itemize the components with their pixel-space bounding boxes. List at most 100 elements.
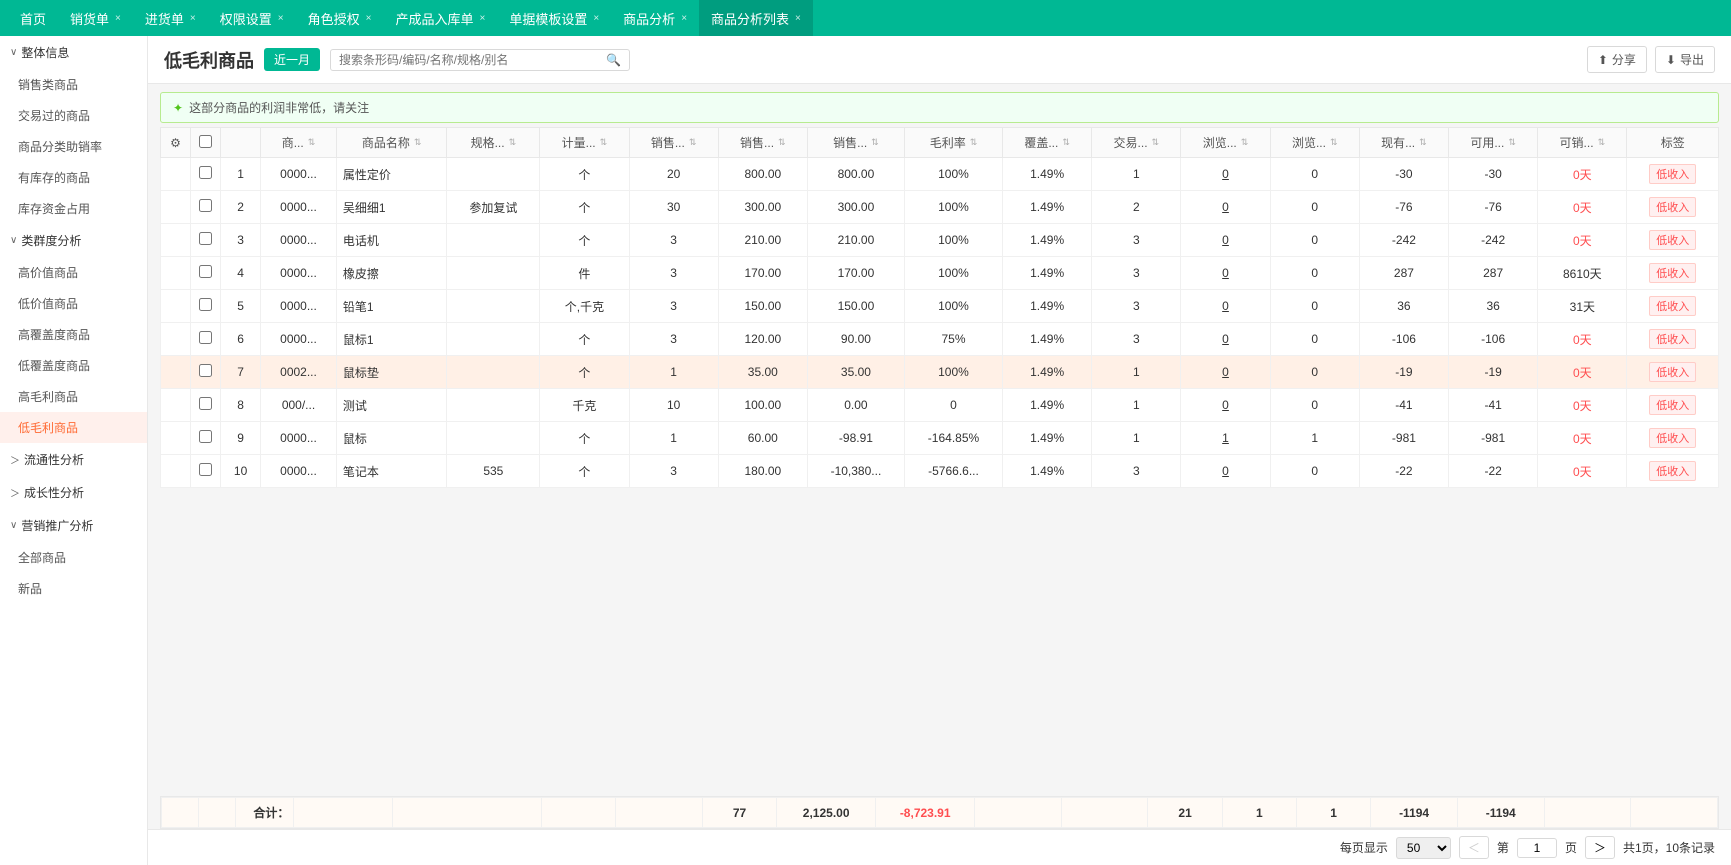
row-checkbox[interactable] — [199, 331, 212, 344]
sort-icon[interactable]: ⇅ — [689, 137, 697, 148]
close-icon[interactable]: × — [681, 13, 687, 24]
browse1-link[interactable]: 0 — [1222, 266, 1229, 280]
close-icon[interactable]: × — [278, 13, 284, 24]
sort-icon[interactable]: ⇅ — [308, 137, 316, 148]
search-input[interactable] — [339, 53, 602, 67]
th-browse1[interactable]: 浏览... ⇅ — [1181, 128, 1270, 158]
close-icon[interactable]: × — [795, 13, 801, 24]
sort-icon[interactable]: ⇅ — [1508, 137, 1516, 148]
sort-icon[interactable]: ⇅ — [1419, 137, 1427, 148]
th-sales-qty[interactable]: 销售... ⇅ — [629, 128, 718, 158]
th-code[interactable]: 商... ⇅ — [261, 128, 337, 158]
sidebar-group-circulation[interactable]: ＞ 流通性分析 — [0, 443, 147, 476]
sort-icon[interactable]: ⇅ — [414, 137, 422, 148]
sort-icon[interactable]: ⇅ — [509, 137, 517, 148]
sidebar-item-high-value[interactable]: 高价值商品 — [0, 257, 147, 288]
cell-coverage: 1.49% — [1003, 323, 1092, 356]
close-icon[interactable]: × — [593, 13, 599, 24]
th-transaction[interactable]: 交易... ⇅ — [1092, 128, 1181, 158]
th-name[interactable]: 商品名称 ⇅ — [336, 128, 447, 158]
th-gross-rate[interactable]: 毛利率 ⇅ — [904, 128, 1002, 158]
date-filter-button[interactable]: 近一月 — [264, 48, 320, 71]
sidebar-group-growth[interactable]: ＞ 成长性分析 — [0, 476, 147, 509]
row-checkbox[interactable] — [199, 166, 212, 179]
th-browse2[interactable]: 浏览... ⇅ — [1270, 128, 1359, 158]
nav-product-analysis[interactable]: 商品分析 × — [611, 0, 699, 36]
nav-role-auth[interactable]: 角色授权 × — [296, 0, 384, 36]
sidebar-item-all-products[interactable]: 全部商品 — [0, 542, 147, 573]
sidebar-item-inventory-capital[interactable]: 库存资金占用 — [0, 193, 147, 224]
th-current-stock[interactable]: 现有... ⇅ — [1359, 128, 1448, 158]
th-sales-profit[interactable]: 销售... ⇅ — [807, 128, 904, 158]
share-button[interactable]: ⬆ 分享 — [1587, 46, 1647, 73]
row-checkbox[interactable] — [199, 463, 212, 476]
row-checkbox[interactable] — [199, 430, 212, 443]
export-button[interactable]: ⬇ 导出 — [1655, 46, 1715, 73]
close-icon[interactable]: × — [190, 13, 196, 24]
sort-icon[interactable]: ⇅ — [600, 137, 608, 148]
sort-icon[interactable]: ⇅ — [1152, 137, 1160, 148]
th-coverage[interactable]: 覆盖... ⇅ — [1003, 128, 1092, 158]
sort-icon[interactable]: ⇅ — [1241, 137, 1249, 148]
page-number-input[interactable] — [1517, 838, 1557, 858]
row-checkbox[interactable] — [199, 298, 212, 311]
nav-home[interactable]: 首页 — [8, 0, 58, 36]
sort-icon[interactable]: ⇅ — [871, 137, 879, 148]
sort-icon[interactable]: ⇅ — [1330, 137, 1338, 148]
sidebar-item-high-coverage[interactable]: 高覆盖度商品 — [0, 319, 147, 350]
page-size-select[interactable]: 50 100 200 — [1396, 837, 1451, 859]
cell-unit: 个 — [540, 422, 629, 455]
row-checkbox[interactable] — [199, 397, 212, 410]
search-icon[interactable]: 🔍 — [606, 53, 621, 67]
next-page-button[interactable]: ＞ — [1585, 836, 1615, 859]
cell-settings — [161, 455, 191, 488]
nav-permission-settings[interactable]: 权限设置 × — [208, 0, 296, 36]
sidebar-item-in-stock[interactable]: 有库存的商品 — [0, 162, 147, 193]
row-checkbox[interactable] — [199, 199, 212, 212]
sort-icon[interactable]: ⇅ — [970, 137, 978, 148]
browse1-link[interactable]: 0 — [1222, 332, 1229, 346]
row-checkbox[interactable] — [199, 265, 212, 278]
close-icon[interactable]: × — [479, 13, 485, 24]
row-checkbox[interactable] — [199, 232, 212, 245]
th-settings[interactable]: ⚙ — [161, 128, 191, 158]
nav-purchase-order[interactable]: 进货单 × — [133, 0, 208, 36]
browse1-link[interactable]: 0 — [1222, 233, 1229, 247]
sidebar-item-high-margin[interactable]: 高毛利商品 — [0, 381, 147, 412]
nav-template-settings[interactable]: 单据模板设置 × — [497, 0, 611, 36]
sort-icon[interactable]: ⇅ — [778, 137, 786, 148]
browse1-link[interactable]: 0 — [1222, 299, 1229, 313]
browse1-link[interactable]: 0 — [1222, 464, 1229, 478]
th-spec[interactable]: 规格... ⇅ — [447, 128, 540, 158]
sidebar-item-category-rate[interactable]: 商品分类助销率 — [0, 131, 147, 162]
sidebar-item-low-coverage[interactable]: 低覆盖度商品 — [0, 350, 147, 381]
row-checkbox[interactable] — [199, 364, 212, 377]
sidebar-item-traded-products[interactable]: 交易过的商品 — [0, 100, 147, 131]
nav-product-analysis-list[interactable]: 商品分析列表 × — [699, 0, 813, 36]
browse1-link[interactable]: 1 — [1222, 431, 1229, 445]
sidebar-group-marketing[interactable]: ∨ 营销推广分析 — [0, 509, 147, 542]
close-icon[interactable]: × — [366, 13, 372, 24]
settings-icon[interactable]: ⚙ — [170, 136, 181, 150]
browse1-link[interactable]: 0 — [1222, 365, 1229, 379]
th-available[interactable]: 可用... ⇅ — [1449, 128, 1538, 158]
browse1-link[interactable]: 0 — [1222, 200, 1229, 214]
sidebar-group-overview[interactable]: ∨ 整体信息 — [0, 36, 147, 69]
sidebar-item-sales-products[interactable]: 销售类商品 — [0, 69, 147, 100]
close-icon[interactable]: × — [115, 13, 121, 24]
sidebar-item-new-products[interactable]: 新品 — [0, 573, 147, 604]
prev-page-button[interactable]: ＜ — [1459, 836, 1489, 859]
sidebar-group-cluster[interactable]: ∨ 类群度分析 — [0, 224, 147, 257]
th-sellable[interactable]: 可销... ⇅ — [1538, 128, 1627, 158]
browse1-link[interactable]: 0 — [1222, 398, 1229, 412]
th-sales-amount[interactable]: 销售... ⇅ — [718, 128, 807, 158]
nav-sales-order[interactable]: 销货单 × — [58, 0, 133, 36]
nav-product-storage[interactable]: 产成品入库单 × — [383, 0, 497, 36]
select-all-checkbox[interactable] — [199, 135, 212, 148]
sidebar-item-low-margin[interactable]: 低毛利商品 — [0, 412, 147, 443]
sort-icon[interactable]: ⇅ — [1598, 137, 1606, 148]
sidebar-item-low-value[interactable]: 低价值商品 — [0, 288, 147, 319]
sort-icon[interactable]: ⇅ — [1062, 137, 1070, 148]
th-unit[interactable]: 计量... ⇅ — [540, 128, 629, 158]
browse1-link[interactable]: 0 — [1222, 167, 1229, 181]
